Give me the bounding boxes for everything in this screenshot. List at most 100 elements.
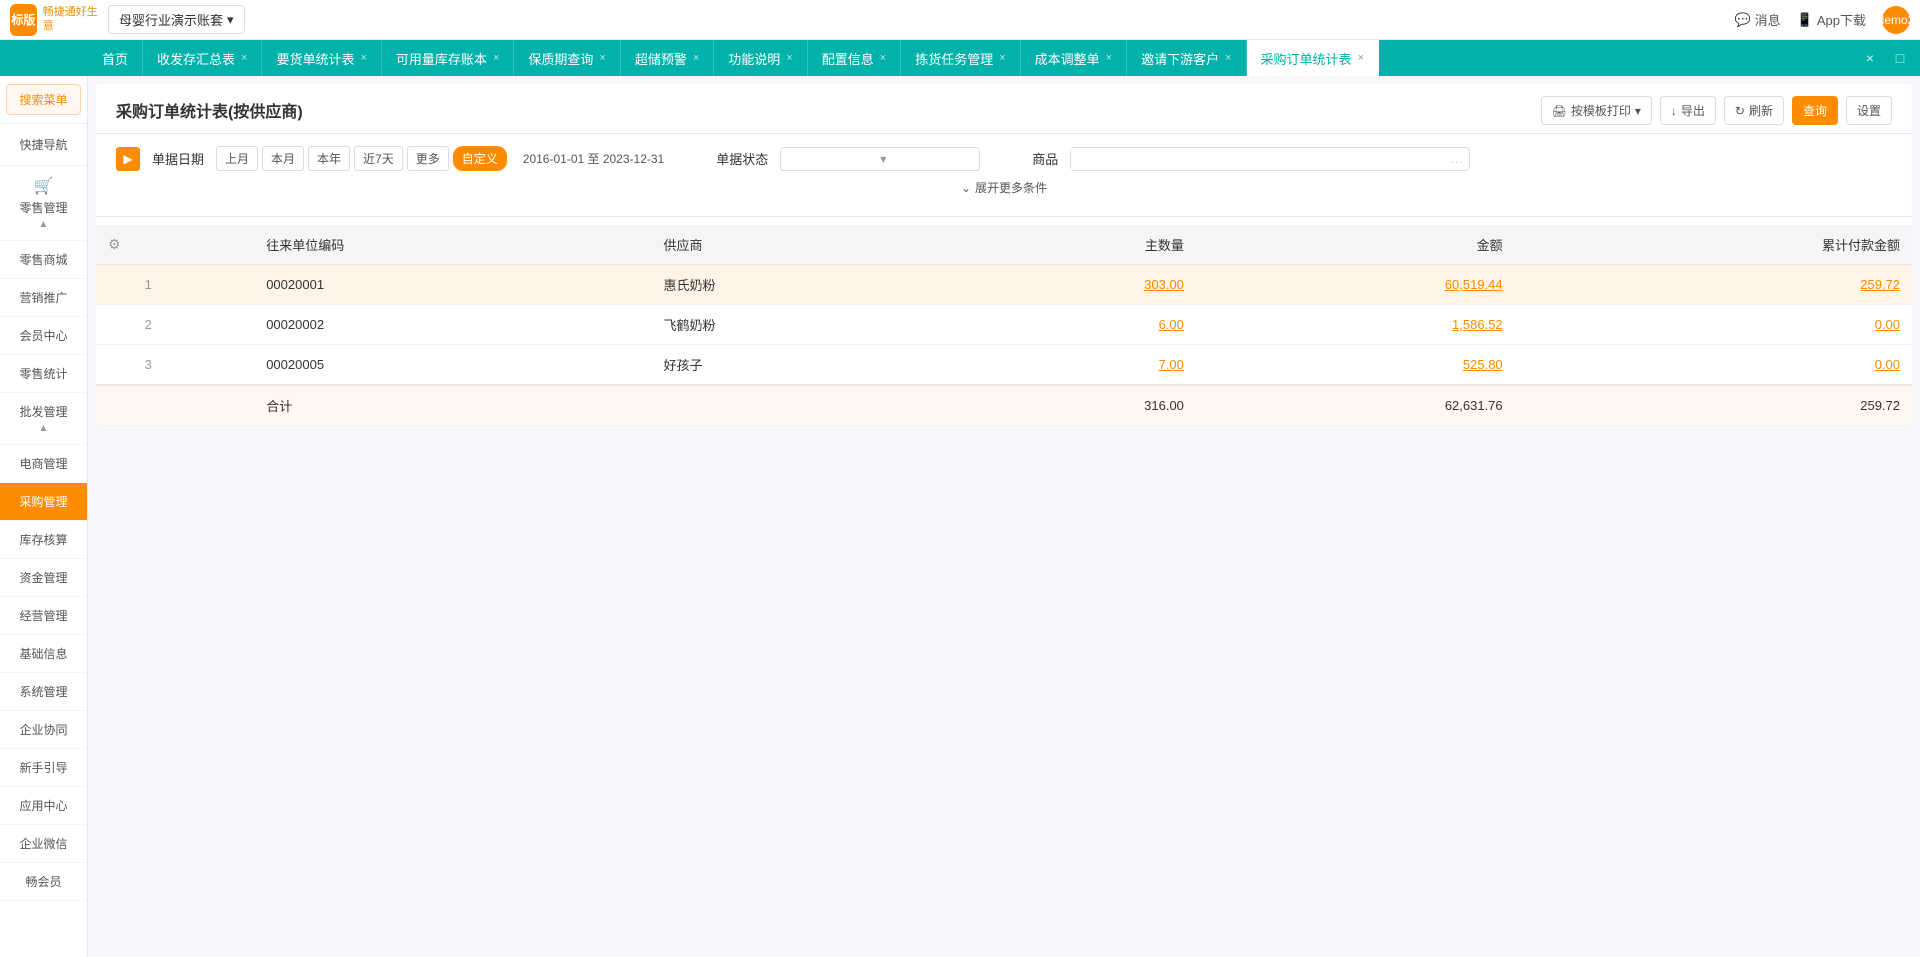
tab-config-info[interactable]: 配置信息 × [808,40,901,76]
refresh-button[interactable]: ↻ 刷新 [1724,96,1784,125]
tab-home[interactable]: 首页 [88,40,143,76]
date-btn-custom[interactable]: 自定义 [453,146,507,171]
col-paid: 累计付款金额 [1515,225,1912,265]
tab-function-desc[interactable]: 功能说明 × [714,40,807,76]
date-btn-this-year[interactable]: 本年 [308,146,350,171]
settings-icon[interactable]: ⚙ [108,236,121,252]
close-icon[interactable]: × [1358,52,1364,64]
sidebar-nav-area: 快捷导航 [0,124,87,166]
sidebar-item-app-center[interactable]: 应用中心 [0,787,87,825]
sidebar-item-wholesale[interactable]: 批发管理 ▲ [0,393,87,445]
tab-pick-task[interactable]: 拣货任务管理 × [901,40,1020,76]
print-button[interactable]: 🖨 按模板打印 ▾ [1541,96,1652,125]
row-check [96,345,133,386]
logo: 标版 畅捷通好生意 [10,4,98,36]
close-icon[interactable]: × [786,52,792,64]
message-icon: 💬 [1734,12,1750,28]
sidebar-item-wechat[interactable]: 企业微信 [0,825,87,863]
sidebar-item-member-center[interactable]: 会员中心 [0,317,87,355]
expand-more-btn[interactable]: ⌄ 展开更多条件 [949,175,1059,200]
export-button[interactable]: ↓ 导出 [1660,96,1716,125]
col-qty: 主数量 [948,225,1196,265]
col-seq [133,225,255,265]
close-icon[interactable]: × [1225,52,1231,64]
message-btn[interactable]: 💬 消息 [1734,10,1780,29]
close-icon[interactable]: × [693,52,699,64]
sidebar-item-ecommerce[interactable]: 电商管理 [0,445,87,483]
row-qty[interactable]: 7.00 [948,345,1196,386]
date-btn-last-7-days[interactable]: 近7天 [354,146,403,171]
row-paid[interactable]: 0.00 [1515,305,1912,345]
footer-label: 合计 [254,385,947,426]
date-btn-this-month[interactable]: 本月 [262,146,304,171]
date-btn-more[interactable]: 更多 [407,146,449,171]
close-icon[interactable]: × [880,52,886,64]
row-qty[interactable]: 6.00 [948,305,1196,345]
goods-input[interactable] [1071,148,1444,170]
sidebar-item-purchase[interactable]: 采购管理 [0,483,87,521]
col-supplier: 供应商 [652,225,948,265]
close-icon[interactable]: × [493,52,499,64]
row-code: 00020001 [254,265,651,305]
row-qty[interactable]: 303.00 [948,265,1196,305]
logo-icon: 标版 [10,4,37,36]
table-header: ⚙ 往来单位编码 供应商 主数量 金额 累计付款金额 [96,225,1912,265]
goods-input-wrap: … [1070,147,1470,171]
row-paid[interactable]: 259.72 [1515,265,1912,305]
chevron-down-icon: ▾ [227,12,234,28]
sidebar-item-retail-stats[interactable]: 零售统计 [0,355,87,393]
page-header: 采购订单统计表(按供应商) 🖨 按模板打印 ▾ ↓ 导出 [96,84,1912,134]
tab-invite-customer[interactable]: 邀请下游客户 × [1127,40,1246,76]
sidebar-item-system[interactable]: 系统管理 [0,673,87,711]
tab-receive-summary[interactable]: 收发存汇总表 × [143,40,262,76]
window-close-btn[interactable]: × [1858,46,1882,70]
tab-purchase-order-stats[interactable]: 采购订单统计表 × [1247,40,1379,76]
content-area: 采购订单统计表(按供应商) 🖨 按模板打印 ▾ ↓ 导出 [88,76,1920,957]
sidebar-search-area: 搜索菜单 [0,76,87,124]
export-icon: ↓ [1671,104,1677,118]
sidebar-item-inventory[interactable]: 库存核算 [0,521,87,559]
tab-overstock-alert[interactable]: 超储预警 × [621,40,714,76]
tab-cost-adjust[interactable]: 成本调整单 × [1021,40,1127,76]
tab-order-stats[interactable]: 要货单统计表 × [262,40,381,76]
col-settings: ⚙ [96,225,133,265]
status-select[interactable]: ▾ [780,147,980,171]
sidebar-item-operations[interactable]: 经营管理 [0,597,87,635]
close-icon[interactable]: × [360,52,366,64]
user-avatar[interactable]: demo2 [1882,6,1910,34]
sidebar-item-finance[interactable]: 资金管理 [0,559,87,597]
date-label: 单据日期 [152,149,204,168]
more-icon[interactable]: … [1444,151,1469,166]
table-footer: 合计 316.00 62,631.76 259.72 [96,385,1912,426]
search-menu-btn[interactable]: 搜索菜单 [6,84,81,115]
row-amount[interactable]: 60,519.44 [1196,265,1515,305]
close-icon[interactable]: × [241,52,247,64]
print-icon: 🖨 [1552,104,1567,118]
sidebar-item-basic-info[interactable]: 基础信息 [0,635,87,673]
top-bar: 标版 畅捷通好生意 母婴行业演示账套 ▾ 💬 消息 📱 App下载 demo2 [0,0,1920,40]
sidebar-item-member-app[interactable]: 畅会员 [0,863,87,901]
close-icon[interactable]: × [1106,52,1112,64]
settings-button[interactable]: 设置 [1846,96,1892,125]
app-download-btn[interactable]: 📱 App下载 [1797,10,1866,29]
row-amount[interactable]: 525.80 [1196,345,1515,386]
tab-expiry-query[interactable]: 保质期查询 × [514,40,620,76]
workspace-selector[interactable]: 母婴行业演示账套 ▾ [108,5,245,34]
sidebar-item-retail-mall[interactable]: 零售商城 [0,241,87,279]
sidebar-item-enterprise-collab[interactable]: 企业协同 [0,711,87,749]
filter-toggle-btn[interactable]: ▶ [116,147,140,171]
sidebar-item-marketing[interactable]: 营销推广 [0,279,87,317]
close-icon[interactable]: × [599,52,605,64]
quick-nav-btn[interactable]: 快捷导航 [0,130,87,159]
row-paid[interactable]: 0.00 [1515,345,1912,386]
row-seq: 1 [133,265,255,305]
date-btn-last-month[interactable]: 上月 [216,146,258,171]
sidebar-item-guide[interactable]: 新手引导 [0,749,87,787]
close-icon[interactable]: × [999,52,1005,64]
data-table: ⚙ 往来单位编码 供应商 主数量 金额 累计付款金额 [96,225,1912,426]
sidebar-item-retail-management[interactable]: 🛒 零售管理 ▲ [0,166,87,241]
tab-available-stock[interactable]: 可用量库存账本 × [382,40,514,76]
row-amount[interactable]: 1,586.52 [1196,305,1515,345]
window-restore-btn[interactable]: □ [1888,46,1912,70]
query-button[interactable]: 查询 [1792,96,1838,125]
